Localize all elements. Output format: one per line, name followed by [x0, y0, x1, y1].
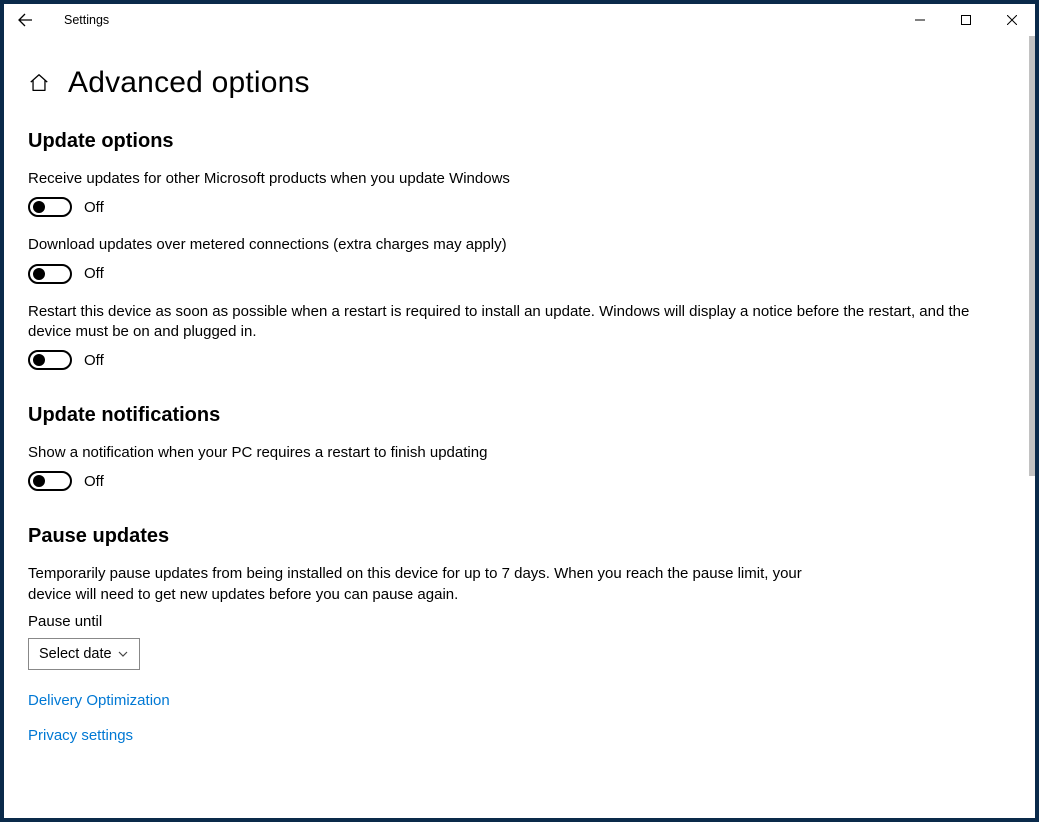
- home-icon[interactable]: [28, 72, 50, 94]
- maximize-button[interactable]: [943, 4, 989, 36]
- option-desc-metered: Download updates over metered connection…: [28, 235, 1008, 255]
- chevron-down-icon: [117, 648, 129, 660]
- option-desc-restart-asap: Restart this device as soon as possible …: [28, 302, 1008, 343]
- toggle-restart-notify[interactable]: [28, 471, 72, 491]
- toggle-knob: [33, 268, 45, 280]
- toggle-row-restart-notify: Off: [28, 471, 1011, 491]
- toggle-metered[interactable]: [28, 264, 72, 284]
- section-heading-update-options: Update options: [28, 130, 1011, 153]
- maximize-icon: [961, 15, 971, 25]
- titlebar-left: Settings: [10, 5, 109, 35]
- toggle-row-restart-asap: Off: [28, 350, 1011, 370]
- link-delivery-optimization[interactable]: Delivery Optimization: [28, 692, 1011, 709]
- pause-updates-desc: Temporarily pause updates from being ins…: [28, 564, 828, 605]
- content-area: Advanced options Update options Receive …: [4, 36, 1035, 818]
- page-title: Advanced options: [68, 66, 310, 100]
- pause-until-dropdown[interactable]: Select date: [28, 638, 140, 670]
- link-privacy-settings[interactable]: Privacy settings: [28, 727, 1011, 744]
- toggle-other-products[interactable]: [28, 197, 72, 217]
- page-header: Advanced options: [28, 66, 1011, 100]
- back-arrow-icon: [17, 12, 33, 28]
- dropdown-value: Select date: [39, 646, 112, 662]
- section-heading-update-notifications: Update notifications: [28, 404, 1011, 427]
- minimize-icon: [915, 15, 925, 25]
- scrollbar[interactable]: [1029, 36, 1035, 476]
- settings-window: Settings Advanced options Update: [0, 0, 1039, 822]
- toggle-state-restart-notify: Off: [84, 473, 104, 490]
- minimize-button[interactable]: [897, 4, 943, 36]
- toggle-restart-asap[interactable]: [28, 350, 72, 370]
- section-heading-pause-updates: Pause updates: [28, 525, 1011, 548]
- option-desc-restart-notify: Show a notification when your PC require…: [28, 443, 1008, 463]
- back-button[interactable]: [10, 5, 40, 35]
- toggle-knob: [33, 354, 45, 366]
- toggle-knob: [33, 201, 45, 213]
- app-title: Settings: [64, 13, 109, 27]
- toggle-state-restart-asap: Off: [84, 352, 104, 369]
- option-desc-other-products: Receive updates for other Microsoft prod…: [28, 169, 1008, 189]
- window-controls: [897, 4, 1035, 36]
- close-icon: [1007, 15, 1017, 25]
- close-button[interactable]: [989, 4, 1035, 36]
- toggle-state-other-products: Off: [84, 199, 104, 216]
- pause-until-label: Pause until: [28, 613, 1011, 630]
- toggle-row-metered: Off: [28, 264, 1011, 284]
- titlebar: Settings: [4, 4, 1035, 36]
- toggle-state-metered: Off: [84, 265, 104, 282]
- toggle-row-other-products: Off: [28, 197, 1011, 217]
- toggle-knob: [33, 475, 45, 487]
